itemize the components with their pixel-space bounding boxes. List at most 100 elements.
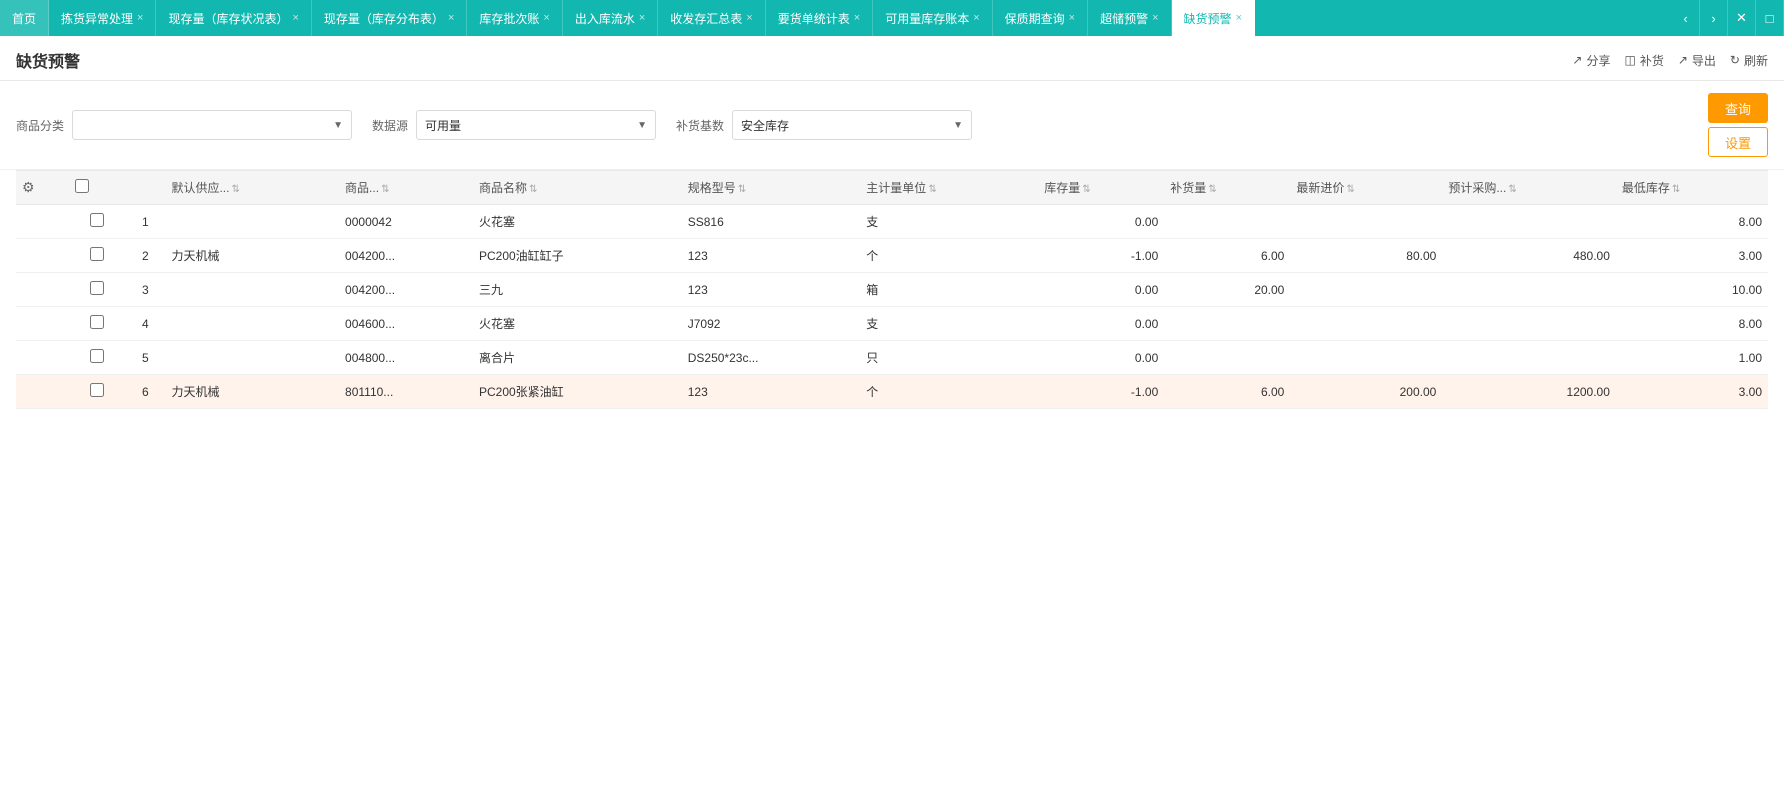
table-row[interactable]: 2力天机械004200...PC200油缸缸子123个-1.006.0080.0… [16, 239, 1768, 273]
cell-unit-0: 支 [860, 205, 1038, 239]
tab-close-icon-flow[interactable]: × [639, 12, 645, 24]
cell-product_code-4: 004800... [339, 341, 473, 375]
cell-supplier-1: 力天机械 [165, 239, 339, 273]
sort-icon-stock[interactable]: ⇅ [1082, 184, 1090, 195]
query-button[interactable]: 查询 [1708, 93, 1768, 123]
tab-close-icon-shortage[interactable]: × [1236, 12, 1242, 24]
tab-close-icon-order-stat[interactable]: × [854, 12, 860, 24]
sort-icon-product_name[interactable]: ⇅ [529, 184, 537, 195]
sort-icon-supplier[interactable]: ⇅ [231, 184, 239, 195]
cell-product_code-3: 004600... [339, 307, 473, 341]
col-header-index [125, 171, 165, 205]
col-header-stock[interactable]: 库存量⇅ [1038, 171, 1164, 205]
cell-stock-0: 0.00 [1038, 205, 1164, 239]
tab-scroll-left[interactable]: ‹ [1672, 0, 1700, 36]
cell-stock-4: 0.00 [1038, 341, 1164, 375]
tab-close-icon-abnormal[interactable]: × [137, 12, 143, 24]
datasource-select[interactable]: 可用量 ▼ [416, 110, 656, 140]
select-all-checkbox[interactable] [75, 179, 89, 193]
datasource-chevron-icon: ▼ [637, 120, 647, 131]
category-select[interactable]: ▼ [72, 110, 352, 140]
cell-estimated-2 [1442, 273, 1616, 307]
replenish-base-select[interactable]: 安全库存 ▼ [732, 110, 972, 140]
tab-flow[interactable]: 出入库流水× [563, 0, 658, 36]
tab-close-all[interactable]: ✕ [1728, 0, 1756, 36]
col-header-replenish[interactable]: 补货量⇅ [1164, 171, 1290, 205]
cell-product_code-1: 004200... [339, 239, 473, 273]
cell-stock-2: 0.00 [1038, 273, 1164, 307]
tab-expiry[interactable]: 保质期查询 × [993, 0, 1088, 36]
sort-icon-latest_price[interactable]: ⇅ [1346, 184, 1354, 195]
tab-scroll-right[interactable]: › [1700, 0, 1728, 36]
row-settings-4 [16, 341, 69, 375]
cell-supplier-3 [165, 307, 339, 341]
col-header-settings: ⚙ [16, 171, 69, 205]
row-checkbox-5[interactable] [90, 383, 104, 397]
cell-replenish-1: 6.00 [1164, 239, 1290, 273]
tab-collect[interactable]: 收发存汇总表× [658, 0, 765, 36]
tab-inventory-status[interactable]: 现存量（库存状况表）× [156, 0, 311, 36]
cell-min_stock-5: 3.00 [1616, 375, 1768, 409]
col-header-product_code[interactable]: 商品...⇅ [339, 171, 473, 205]
sort-icon-min_stock[interactable]: ⇅ [1672, 184, 1680, 195]
sort-icon-spec[interactable]: ⇅ [738, 184, 746, 195]
cell-estimated-5: 1200.00 [1442, 375, 1616, 409]
row-checkbox-cell-3 [69, 307, 125, 341]
tab-close-icon-inventory-status[interactable]: × [292, 12, 298, 24]
tab-fullscreen[interactable]: □ [1756, 0, 1784, 36]
table-row[interactable]: 5004800...离合片DS250*23c...只0.001.00 [16, 341, 1768, 375]
table-row[interactable]: 10000042火花塞SS816支0.008.00 [16, 205, 1768, 239]
col-header-min_stock[interactable]: 最低库存⇅ [1616, 171, 1768, 205]
cell-product_code-2: 004200... [339, 273, 473, 307]
table-row[interactable]: 6力天机械801110...PC200张紧油缸123个-1.006.00200.… [16, 375, 1768, 409]
tab-label-inventory-dist: 现存量（库存分布表） [324, 10, 444, 27]
row-checkbox-0[interactable] [90, 213, 104, 227]
row-checkbox-cell-2 [69, 273, 125, 307]
table-row[interactable]: 3004200...三九123箱0.0020.0010.00 [16, 273, 1768, 307]
cell-estimated-0 [1442, 205, 1616, 239]
tab-close-icon-collect[interactable]: × [746, 12, 752, 24]
tab-label-expiry: 保质期查询 [1005, 10, 1065, 27]
replenish-base-filter-group: 补货基数 安全库存 ▼ [676, 110, 972, 140]
tab-batch[interactable]: 库存批次账× [467, 0, 562, 36]
tab-abnormal[interactable]: 拣货异常处理× [49, 0, 156, 36]
col-header-latest_price[interactable]: 最新进价⇅ [1290, 171, 1442, 205]
cell-min_stock-2: 10.00 [1616, 273, 1768, 307]
tab-home[interactable]: 首页 [0, 0, 49, 36]
tab-close-icon-overstock[interactable]: × [1152, 12, 1158, 24]
col-header-spec[interactable]: 规格型号⇅ [682, 171, 861, 205]
col-header-estimated[interactable]: 预计采购...⇅ [1442, 171, 1616, 205]
tab-shortage[interactable]: 缺货预警× [1172, 0, 1255, 36]
settings-button[interactable]: 设置 [1708, 127, 1768, 157]
col-header-product_name[interactable]: 商品名称⇅ [473, 171, 682, 205]
col-header-unit[interactable]: 主计量单位⇅ [860, 171, 1038, 205]
tab-close-icon-inventory-dist[interactable]: × [448, 12, 454, 24]
tab-close-icon-batch[interactable]: × [543, 12, 549, 24]
row-checkbox-4[interactable] [90, 349, 104, 363]
sort-icon-unit[interactable]: ⇅ [928, 184, 936, 195]
cell-estimated-1: 480.00 [1442, 239, 1616, 273]
cell-unit-1: 个 [860, 239, 1038, 273]
tab-available[interactable]: 可用量库存账本× [873, 0, 992, 36]
sort-icon-product_code[interactable]: ⇅ [381, 184, 389, 195]
tab-label-home: 首页 [12, 10, 36, 27]
col-header-supplier[interactable]: 默认供应...⇅ [165, 171, 339, 205]
settings-column-icon[interactable]: ⚙ [22, 179, 35, 195]
row-checkbox-1[interactable] [90, 247, 104, 261]
row-checkbox-2[interactable] [90, 281, 104, 295]
tab-close-icon-available[interactable]: × [973, 12, 979, 24]
tab-close-icon-expiry[interactable]: × [1069, 12, 1075, 24]
replenish-button[interactable]: ◫ 补货 [1624, 52, 1663, 69]
cell-spec-3: J7092 [682, 307, 861, 341]
tab-order-stat[interactable]: 要货单统计表× [766, 0, 873, 36]
tab-overstock[interactable]: 超储预警× [1088, 0, 1171, 36]
tab-inventory-dist[interactable]: 现存量（库存分布表） × [312, 0, 467, 36]
row-checkbox-3[interactable] [90, 315, 104, 329]
cell-stock-3: 0.00 [1038, 307, 1164, 341]
table-row[interactable]: 4004600...火花塞J7092支0.008.00 [16, 307, 1768, 341]
refresh-button[interactable]: ↻ 刷新 [1730, 52, 1768, 69]
sort-icon-replenish[interactable]: ⇅ [1208, 184, 1216, 195]
sort-icon-estimated[interactable]: ⇅ [1508, 184, 1516, 195]
share-button[interactable]: ↗ 分享 [1572, 52, 1610, 69]
export-button[interactable]: ↗ 导出 [1678, 52, 1716, 69]
